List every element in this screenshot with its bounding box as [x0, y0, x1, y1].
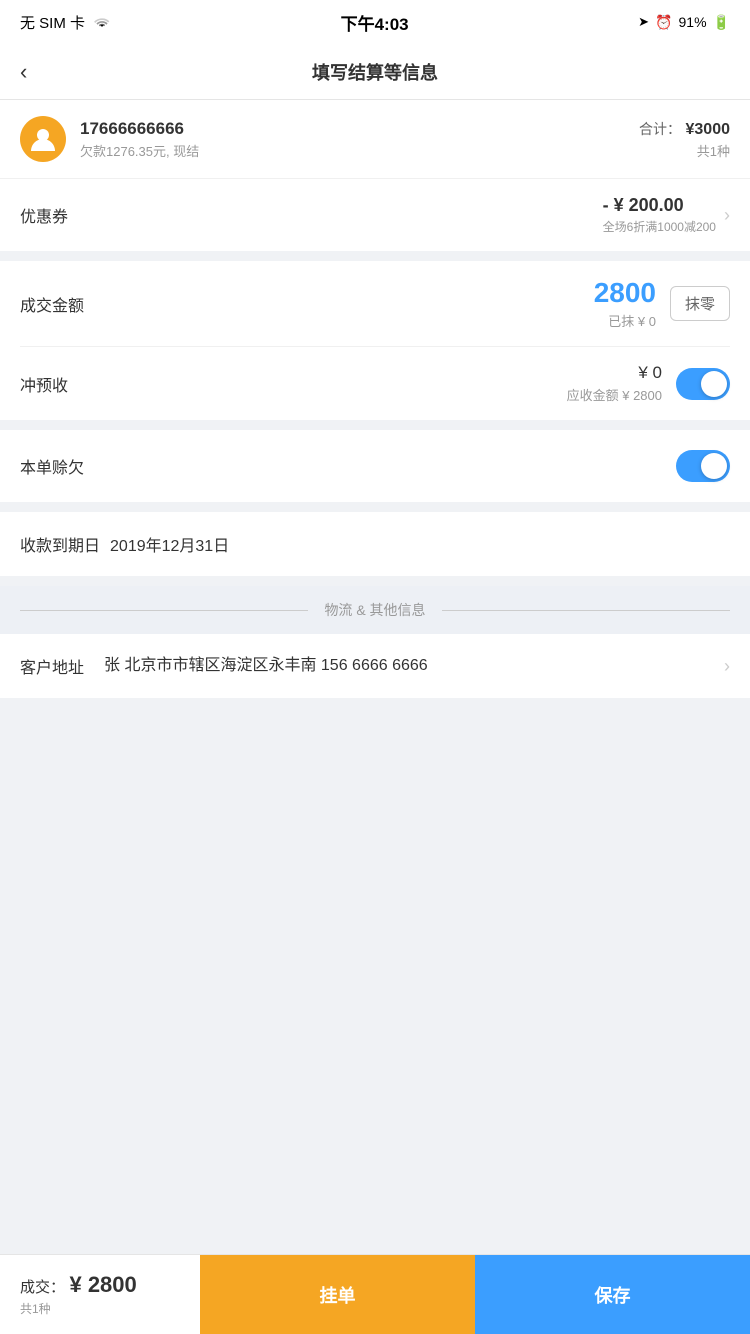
address-label: 客户地址: [20, 654, 84, 678]
customer-info: 17666666666 欠款1276.35元, 现结: [80, 119, 199, 160]
total-label: 合计：: [639, 121, 681, 137]
customer-debt: 欠款1276.35元, 现结: [80, 141, 199, 160]
save-button-label: 保存: [595, 1282, 631, 1308]
carrier-label: 无 SIM 卡: [20, 12, 85, 33]
status-bar-left: 无 SIM 卡: [20, 12, 111, 33]
address-value: 张 北京市市辖区海淀区永丰南 156 6666 6666: [104, 654, 724, 678]
due-date-label: 收款到期日: [20, 532, 100, 556]
coupon-label: 优惠券: [20, 203, 68, 227]
total-row: 合计： ¥3000: [639, 119, 730, 139]
status-bar-time: 下午4:03: [341, 10, 409, 35]
location-icon: ➤: [638, 14, 649, 30]
prepay-value-block: ¥ 0 应收金额 ¥ 2800: [567, 363, 662, 404]
round-button[interactable]: 抹零: [670, 286, 730, 321]
customer-right: 合计： ¥3000 共1种: [639, 119, 730, 160]
address-chevron-icon: ›: [724, 656, 730, 677]
bottom-transaction-label: 成交：: [20, 1279, 65, 1296]
bottom-bar: 成交： ¥ 2800 共1种 挂单 保存: [0, 1254, 750, 1334]
prepay-label: 冲预收: [20, 372, 68, 396]
customer-left: 17666666666 欠款1276.35元, 现结: [20, 116, 199, 162]
date-row: 收款到期日 2019年12月31日: [20, 512, 730, 576]
coupon-amount: - ¥ 200.00: [603, 195, 716, 216]
address-section: 客户地址 张 北京市市辖区海淀区永丰南 156 6666 6666 ›: [0, 634, 750, 698]
bottom-count: 共1种: [20, 1300, 180, 1317]
coupon-right: - ¥ 200.00 全场6折满1000减200 ›: [603, 195, 730, 235]
arrears-row: 本单赊欠: [20, 430, 730, 502]
transaction-sub-value: 已抹 ¥ 0: [594, 311, 656, 330]
status-bar: 无 SIM 卡 下午4:03 ➤ ⏰ 91% 🔋: [0, 0, 750, 44]
total-value: ¥3000: [686, 121, 731, 138]
hold-button-label: 挂单: [320, 1282, 356, 1308]
back-button[interactable]: ‹: [20, 59, 27, 85]
transaction-main-value: 2800: [594, 277, 656, 309]
nav-bar: ‹ 填写结算等信息: [0, 44, 750, 100]
amount-section: 成交金额 2800 已抹 ¥ 0 抹零 冲预收 ¥ 0 应收金额 ¥ 2800: [0, 261, 750, 420]
empty-area: [0, 708, 750, 828]
customer-phone: 17666666666: [80, 119, 199, 139]
prepay-row: 冲预收 ¥ 0 应收金额 ¥ 2800: [20, 347, 730, 420]
prepay-toggle[interactable]: [676, 368, 730, 400]
bottom-total-row: 成交： ¥ 2800: [20, 1272, 180, 1298]
coupon-desc: 全场6折满1000减200: [603, 218, 716, 235]
page-title: 填写结算等信息: [312, 59, 438, 85]
alarm-icon: ⏰: [655, 14, 672, 31]
arrears-label: 本单赊欠: [20, 454, 84, 478]
arrears-toggle[interactable]: [676, 450, 730, 482]
bottom-transaction-value: ¥ 2800: [69, 1272, 136, 1297]
due-date-value: 2019年12月31日: [110, 532, 229, 556]
transaction-row: 成交金额 2800 已抹 ¥ 0 抹零: [20, 261, 730, 347]
transaction-right: 2800 已抹 ¥ 0 抹零: [594, 277, 730, 330]
toggle-knob: [701, 371, 727, 397]
prepay-right: ¥ 0 应收金额 ¥ 2800: [567, 363, 730, 404]
wifi-icon: [93, 15, 111, 29]
hold-button[interactable]: 挂单: [200, 1255, 475, 1334]
chevron-right-icon: ›: [724, 205, 730, 226]
item-count: 共1种: [639, 141, 730, 160]
battery-icon: 🔋: [713, 14, 730, 31]
divider-section: 物流 & 其他信息: [0, 586, 750, 634]
user-icon: [27, 123, 59, 155]
status-bar-right: ➤ ⏰ 91% 🔋: [638, 14, 730, 31]
date-section: 收款到期日 2019年12月31日: [0, 512, 750, 576]
transaction-label: 成交金额: [20, 292, 84, 316]
battery-label: 91%: [679, 14, 707, 30]
coupon-row[interactable]: 优惠券 - ¥ 200.00 全场6折满1000减200 ›: [0, 178, 750, 251]
prepay-sub: 应收金额 ¥ 2800: [567, 385, 662, 404]
content: 17666666666 欠款1276.35元, 现结 合计： ¥3000 共1种…: [0, 100, 750, 908]
avatar: [20, 116, 66, 162]
divider-text: 物流 & 其他信息: [308, 600, 441, 620]
customer-card: 17666666666 欠款1276.35元, 现结 合计： ¥3000 共1种…: [0, 100, 750, 251]
bottom-summary: 成交： ¥ 2800 共1种: [0, 1272, 200, 1317]
arrears-toggle-knob: [701, 453, 727, 479]
arrears-section: 本单赊欠: [0, 430, 750, 502]
customer-row: 17666666666 欠款1276.35元, 现结 合计： ¥3000 共1种: [0, 100, 750, 178]
address-row[interactable]: 客户地址 张 北京市市辖区海淀区永丰南 156 6666 6666 ›: [20, 634, 730, 698]
prepay-amount: ¥ 0: [567, 363, 662, 383]
save-button[interactable]: 保存: [475, 1255, 750, 1334]
transaction-value-block: 2800 已抹 ¥ 0: [594, 277, 656, 330]
coupon-amount-block: - ¥ 200.00 全场6折满1000减200: [603, 195, 716, 235]
